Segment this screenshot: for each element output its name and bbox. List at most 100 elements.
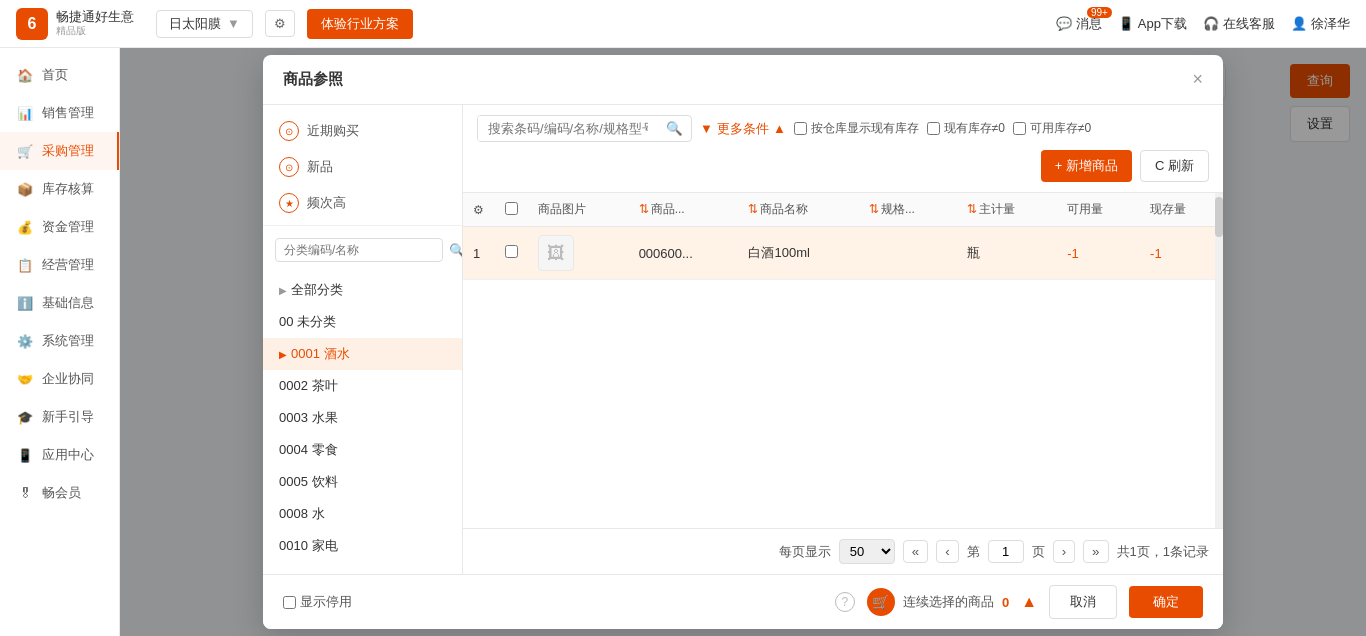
sidebar-item-home[interactable]: 🏠 首页 bbox=[0, 56, 119, 94]
filter-check-available-label: 可用库存≠0 bbox=[1030, 120, 1091, 137]
refresh-button[interactable]: C 刷新 bbox=[1140, 150, 1209, 182]
modal-close-button[interactable]: × bbox=[1192, 69, 1203, 90]
modal-overlay: 商品参照 × ⊙ 近期购买 ⊙ 新品 bbox=[120, 48, 1366, 636]
last-page-button[interactable]: » bbox=[1083, 540, 1108, 563]
col-settings[interactable]: ⚙ bbox=[463, 193, 495, 227]
sidebar-item-inventory[interactable]: 📦 库存核算 bbox=[0, 170, 119, 208]
add-product-button[interactable]: + 新增商品 bbox=[1041, 150, 1132, 182]
sidebar-item-member[interactable]: 🎖 畅会员 bbox=[0, 474, 119, 512]
message-badge: 99+ bbox=[1087, 7, 1112, 18]
col-spec[interactable]: ⇅规格... bbox=[859, 193, 957, 227]
service-button[interactable]: 🎧 在线客服 bbox=[1203, 15, 1275, 33]
next-page-button[interactable]: › bbox=[1053, 540, 1075, 563]
category-water[interactable]: 0008 水 bbox=[263, 498, 462, 530]
manage-icon: 📋 bbox=[16, 256, 34, 274]
filter-check-warehouse-label: 按仓库显示现有库存 bbox=[811, 120, 919, 137]
sidebar-item-collab[interactable]: 🤝 企业协同 bbox=[0, 360, 119, 398]
first-page-button[interactable]: « bbox=[903, 540, 928, 563]
filter-search-input[interactable] bbox=[478, 116, 658, 141]
col-checkbox bbox=[495, 193, 528, 227]
per-page-label: 每页显示 bbox=[779, 543, 831, 561]
app-download-button[interactable]: 📱 App下载 bbox=[1118, 15, 1187, 33]
new-label: 新品 bbox=[307, 158, 333, 176]
sidebar-item-info[interactable]: ℹ️ 基础信息 bbox=[0, 284, 119, 322]
prev-page-button[interactable]: ‹ bbox=[936, 540, 958, 563]
filter-search-wrap: 🔍 bbox=[477, 115, 692, 142]
app-label: App下载 bbox=[1138, 15, 1187, 33]
category-label: 0001 酒水 bbox=[291, 345, 350, 363]
expand-arrow-icon: ▶ bbox=[279, 285, 287, 296]
guide-icon: 🎓 bbox=[16, 408, 34, 426]
filter-check-available[interactable]: 可用库存≠0 bbox=[1013, 120, 1091, 137]
sidebar-item-label: 销售管理 bbox=[42, 104, 94, 122]
sidebar-item-purchase[interactable]: 🛒 采购管理 bbox=[0, 132, 119, 170]
filter-check-existing[interactable]: 现有库存≠0 bbox=[927, 120, 1005, 137]
category-drink[interactable]: 0005 饮料 bbox=[263, 466, 462, 498]
modal-header: 商品参照 × bbox=[263, 55, 1223, 105]
col-unit[interactable]: ⇅主计量 bbox=[957, 193, 1058, 227]
category-search-input[interactable] bbox=[275, 238, 443, 262]
col-name[interactable]: ⇅商品名称 bbox=[738, 193, 858, 227]
message-button[interactable]: 💬 消息 99+ bbox=[1056, 15, 1102, 33]
confirm-button[interactable]: 确定 bbox=[1129, 586, 1203, 618]
sidebar-item-fund[interactable]: 💰 资金管理 bbox=[0, 208, 119, 246]
frequent-icon: ★ bbox=[279, 193, 299, 213]
show-disabled-checkbox[interactable] bbox=[283, 596, 296, 609]
info-icon: ℹ️ bbox=[16, 294, 34, 312]
filter-check-warehouse-input[interactable] bbox=[794, 122, 807, 135]
member-icon: 🎖 bbox=[16, 484, 34, 502]
category-label: 0005 饮料 bbox=[279, 473, 338, 491]
frequent-label: 频次高 bbox=[307, 194, 346, 212]
category-liquor[interactable]: ▶ 0001 酒水 bbox=[263, 338, 462, 370]
page-suffix: 页 bbox=[1032, 543, 1045, 561]
sidebar-item-apps[interactable]: 📱 应用中心 bbox=[0, 436, 119, 474]
filter-check-available-input[interactable] bbox=[1013, 122, 1026, 135]
scrollbar-v[interactable] bbox=[1215, 193, 1223, 528]
filter-check-warehouse[interactable]: 按仓库显示现有库存 bbox=[794, 120, 919, 137]
home-icon: 🏠 bbox=[16, 66, 34, 84]
category-search-button[interactable]: 🔍 bbox=[449, 243, 463, 258]
category-unclassified[interactable]: 00 未分类 bbox=[263, 306, 462, 338]
cancel-button[interactable]: 取消 bbox=[1049, 585, 1117, 619]
page-label: 第 bbox=[967, 543, 980, 561]
fund-icon: 💰 bbox=[16, 218, 34, 236]
sales-icon: 📊 bbox=[16, 104, 34, 122]
left-panel-item-recent[interactable]: ⊙ 近期购买 bbox=[263, 113, 462, 149]
category-all[interactable]: ▶ 全部分类 bbox=[263, 274, 462, 306]
nav-dropdown[interactable]: 日太阳膜 ▼ bbox=[156, 10, 253, 38]
modal-dialog: 商品参照 × ⊙ 近期购买 ⊙ 新品 bbox=[263, 55, 1223, 629]
experience-button[interactable]: 体验行业方案 bbox=[307, 9, 413, 39]
active-arrow-icon: ▶ bbox=[279, 349, 287, 360]
per-page-select[interactable]: 50 10 20 100 bbox=[839, 539, 895, 564]
cell-checkbox[interactable] bbox=[495, 227, 528, 280]
filter-search-button[interactable]: 🔍 bbox=[658, 116, 691, 141]
help-icon[interactable]: ? bbox=[835, 592, 855, 612]
show-disabled-check[interactable]: 显示停用 bbox=[283, 593, 352, 611]
sidebar-item-system[interactable]: ⚙️ 系统管理 bbox=[0, 322, 119, 360]
cell-spec bbox=[859, 227, 957, 280]
settings-button[interactable]: ⚙ bbox=[265, 10, 295, 37]
filter-check-existing-input[interactable] bbox=[927, 122, 940, 135]
sidebar-item-guide[interactable]: 🎓 新手引导 bbox=[0, 398, 119, 436]
product-thumbnail: 🖼 bbox=[538, 235, 574, 271]
recent-icon: ⊙ bbox=[279, 121, 299, 141]
category-appliance[interactable]: 0010 家电 bbox=[263, 530, 462, 562]
inventory-icon: 📦 bbox=[16, 180, 34, 198]
page-input[interactable] bbox=[988, 540, 1024, 563]
category-fruit[interactable]: 0003 水果 bbox=[263, 402, 462, 434]
category-snack[interactable]: 0004 零食 bbox=[263, 434, 462, 466]
col-code[interactable]: ⇅商品... bbox=[629, 193, 739, 227]
filter-more-button[interactable]: ▼ 更多条件 ▲ bbox=[700, 120, 786, 138]
left-panel-item-new[interactable]: ⊙ 新品 bbox=[263, 149, 462, 185]
collapse-arrow-button[interactable]: ▲ bbox=[1021, 593, 1037, 611]
show-disabled-label: 显示停用 bbox=[300, 593, 352, 611]
category-tea[interactable]: 0002 茶叶 bbox=[263, 370, 462, 402]
table-row[interactable]: 1 🖼 000600... 白酒100ml 瓶 bbox=[463, 227, 1223, 280]
user-menu[interactable]: 👤 徐泽华 bbox=[1291, 15, 1350, 33]
select-all-checkbox[interactable] bbox=[505, 202, 518, 215]
left-panel-item-frequent[interactable]: ★ 频次高 bbox=[263, 185, 462, 221]
category-label: 0004 零食 bbox=[279, 441, 338, 459]
filter-icon: ▼ bbox=[700, 121, 713, 136]
sidebar-item-manage[interactable]: 📋 经营管理 bbox=[0, 246, 119, 284]
sidebar-item-sales[interactable]: 📊 销售管理 bbox=[0, 94, 119, 132]
